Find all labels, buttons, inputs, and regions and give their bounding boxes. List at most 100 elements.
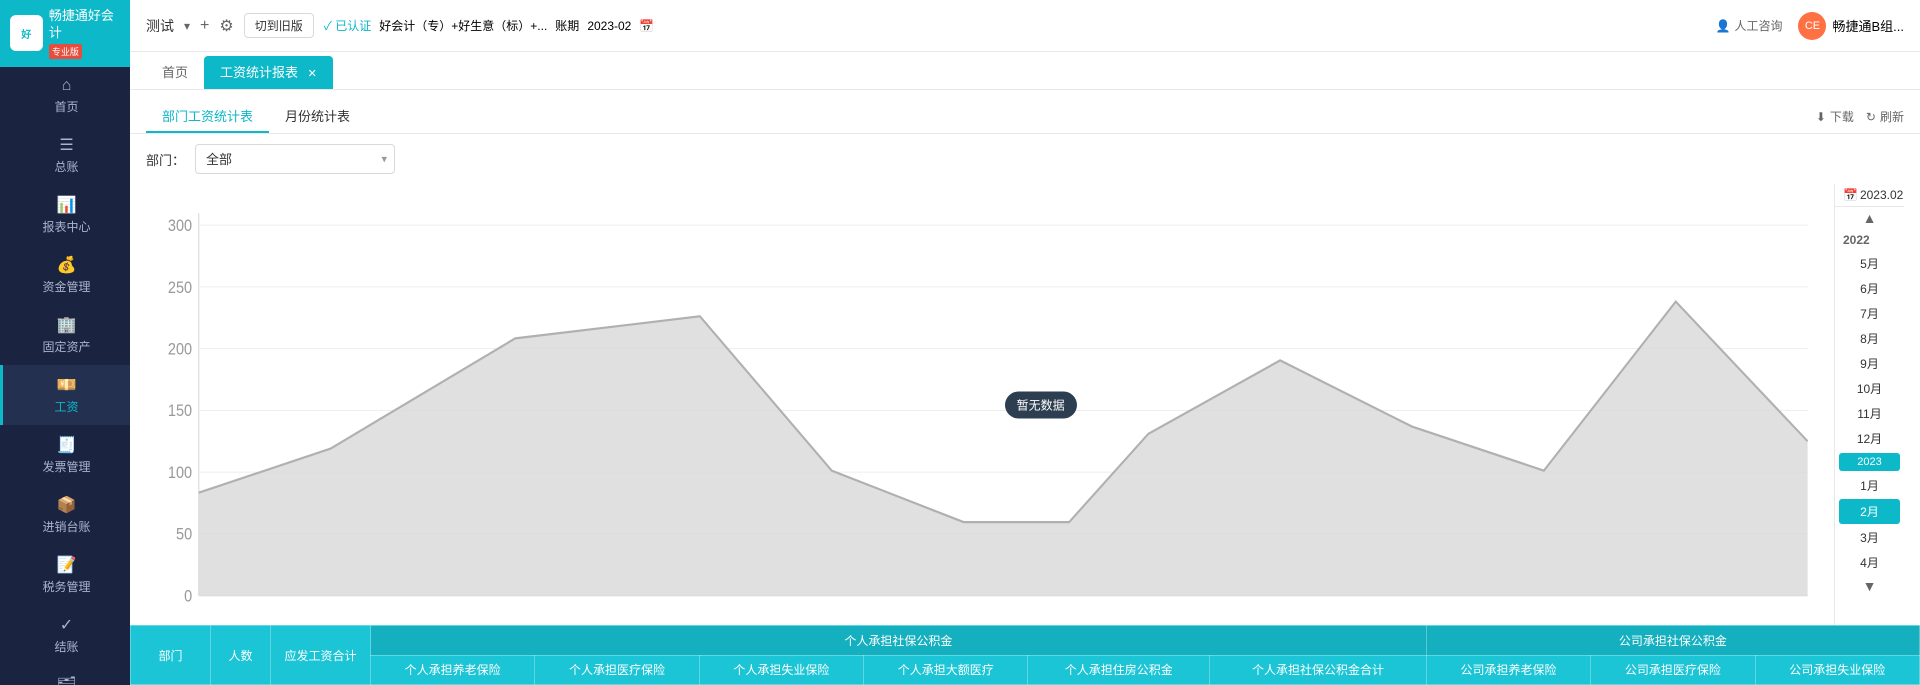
month-7[interactable]: 7月 [1835, 301, 1904, 326]
sidebar-item-label: 报表中心 [42, 218, 90, 235]
col-group-company: 公司承担社保公积金 [1426, 626, 1919, 656]
svg-text:150: 150 [168, 403, 192, 421]
tab-salary-report-label: 工资统计报表 [220, 65, 298, 80]
col-personal-major-medical: 个人承担大额医疗 [864, 655, 1028, 685]
svg-text:100: 100 [168, 464, 192, 482]
sub-tab-dept-label: 部门工资统计表 [162, 109, 253, 124]
col-personal-medical: 个人承担医疗保险 [535, 655, 699, 685]
month-3[interactable]: 3月 [1835, 525, 1904, 550]
tab-salary-report[interactable]: 工资统计报表 ✕ [204, 56, 333, 89]
col-personal-total: 个人承担社保公积金合计 [1210, 655, 1427, 685]
download-button[interactable]: ⬇ 下载 [1816, 108, 1854, 125]
month-4[interactable]: 4月 [1835, 550, 1904, 575]
next-year-button[interactable]: ▼ [1835, 575, 1904, 597]
sidebar-item-tax[interactable]: 📝 税务管理 [0, 545, 130, 605]
sub-tabs-right: ⬇ 下载 ↻ 刷新 [1816, 108, 1904, 125]
tab-home[interactable]: 首页 [146, 56, 204, 89]
funds-icon: 💰 [57, 255, 77, 275]
assets-icon: 🏢 [57, 315, 77, 335]
col-salary: 应发工资合计 [271, 626, 371, 685]
month-1[interactable]: 1月 [1835, 473, 1904, 498]
sidebar-item-label: 进销台账 [42, 518, 90, 535]
col-personal-pension: 个人承担养老保险 [371, 655, 535, 685]
user-avatar: CE [1798, 12, 1826, 40]
sidebar-item-label: 发票管理 [42, 458, 90, 475]
month-8[interactable]: 8月 [1835, 326, 1904, 351]
download-label: 下载 [1830, 108, 1854, 125]
date-picker: 📅 2023.02 ▲ 2022 5月 6月 7月 8月 9月 10月 11月 … [1834, 184, 1904, 625]
current-year-header: 2023 [1839, 453, 1900, 471]
sub-tab-dept[interactable]: 部门工资统计表 [146, 100, 269, 133]
sub-tab-month[interactable]: 月份统计表 [269, 100, 366, 133]
date-picker-nav-bottom: ▼ [1835, 575, 1904, 597]
col-count: 人数 [211, 626, 271, 685]
user-name: 畅捷通B组... [1832, 16, 1904, 35]
month-5[interactable]: 5月 [1835, 251, 1904, 276]
chart-svg: 0 50 100 150 200 250 300 [146, 184, 1834, 625]
sub-tab-month-label: 月份统计表 [285, 109, 350, 124]
calendar-small-icon: 📅 [1843, 188, 1858, 202]
sidebar-item-sales[interactable]: 📦 进销台账 [0, 485, 130, 545]
topbar: 测试 ▾ + ⚙ 切到旧版 ✓ 已认证 好会计（专）+好生意（标）+... 账期… [130, 0, 1920, 52]
sidebar-item-closing[interactable]: ✓ 结账 [0, 605, 130, 665]
chart-area: 0 50 100 150 200 250 300 暂无数据 [146, 184, 1834, 625]
certified-badge: ✓ 已认证 [324, 17, 372, 34]
period-value: 2023-02 [587, 19, 631, 33]
tab-close-button[interactable]: ✕ [308, 68, 317, 80]
month-9[interactable]: 9月 [1835, 351, 1904, 376]
main-content: 测试 ▾ + ⚙ 切到旧版 ✓ 已认证 好会计（专）+好生意（标）+... 账期… [130, 0, 1920, 685]
title-dropdown[interactable]: ▾ [184, 19, 190, 33]
tabbar: 首页 工资统计报表 ✕ [130, 52, 1920, 90]
sub-tabs: 部门工资统计表 月份统计表 ⬇ 下载 ↻ 刷新 [130, 90, 1920, 134]
closing-icon: ✓ [60, 615, 73, 635]
date-picker-header: 📅 2023.02 [1835, 184, 1904, 207]
calendar-icon[interactable]: 📅 [639, 19, 654, 33]
ledger-icon: ☰ [59, 135, 73, 155]
prev-year-label: 2022 [1835, 229, 1904, 251]
add-button[interactable]: + [200, 17, 209, 35]
chart-section: 0 50 100 150 200 250 300 暂无数据 [130, 184, 1920, 625]
sidebar-item-label: 结账 [54, 638, 78, 655]
switch-mode-button[interactable]: 切到旧版 [244, 13, 314, 38]
user-menu[interactable]: CE 畅捷通B组... [1798, 12, 1904, 40]
tab-home-label: 首页 [162, 65, 188, 80]
archive-icon: 🗂 [56, 675, 76, 685]
sidebar-nav: ⌂ 首页 ☰ 总账 📊 报表中心 💰 资金管理 🏢 固定资产 💴 工资 🧾 发票… [0, 67, 130, 685]
sidebar-item-invoice[interactable]: 🧾 发票管理 [0, 425, 130, 485]
help-icon: 👤 [1716, 19, 1731, 33]
month-6[interactable]: 6月 [1835, 276, 1904, 301]
dept-select[interactable]: 全部 销售部 技术部 财务部 行政部 [195, 144, 395, 174]
home-icon: ⌂ [62, 77, 72, 95]
dept-filter-wrapper: 全部 销售部 技术部 财务部 行政部 ▾ [195, 144, 395, 174]
sidebar-item-home[interactable]: ⌂ 首页 [0, 67, 130, 125]
month-2-active[interactable]: 2月 [1839, 499, 1900, 524]
app-name: 畅捷通好会计 [49, 8, 120, 42]
reports-icon: 📊 [57, 195, 77, 215]
refresh-button[interactable]: ↻ 刷新 [1866, 108, 1904, 125]
sidebar-item-label: 工资 [54, 398, 78, 415]
svg-text:0: 0 [184, 588, 192, 606]
tax-icon: 📝 [57, 555, 77, 575]
month-12[interactable]: 12月 [1835, 426, 1904, 451]
month-11[interactable]: 11月 [1835, 401, 1904, 426]
sidebar-item-salary[interactable]: 💴 工资 [0, 365, 130, 425]
settings-button[interactable]: ⚙ [219, 16, 233, 36]
sidebar-item-ledger[interactable]: ☰ 总账 [0, 125, 130, 185]
filter-row: 部门： 全部 销售部 技术部 财务部 行政部 ▾ [130, 134, 1920, 184]
page-title: 测试 [146, 16, 174, 36]
sidebar-item-assets[interactable]: 🏢 固定资产 [0, 305, 130, 365]
account-tags: 好会计（专）+好生意（标）+... [379, 17, 547, 34]
bottom-table: 部门 人数 应发工资合计 个人承担社保公积金 公司承担社保公积金 个人承担养老保… [130, 625, 1920, 685]
help-button[interactable]: 👤 人工咨询 [1716, 17, 1783, 34]
col-company-unemployment: 公司承担失业保险 [1755, 655, 1919, 685]
svg-text:50: 50 [176, 526, 192, 544]
period-label: 账期 [555, 17, 579, 34]
status-group: ✓ 已认证 好会计（专）+好生意（标）+... 账期 2023-02 📅 [324, 17, 655, 34]
sidebar-item-label: 固定资产 [42, 338, 90, 355]
prev-year-button[interactable]: ▲ [1835, 207, 1904, 229]
col-company-pension: 公司承担养老保险 [1426, 655, 1590, 685]
sidebar-item-reports[interactable]: 📊 报表中心 [0, 185, 130, 245]
month-10[interactable]: 10月 [1835, 376, 1904, 401]
sidebar-item-archive[interactable]: 🗂 归档管理 [0, 665, 130, 685]
sidebar-item-funds[interactable]: 💰 资金管理 [0, 245, 130, 305]
